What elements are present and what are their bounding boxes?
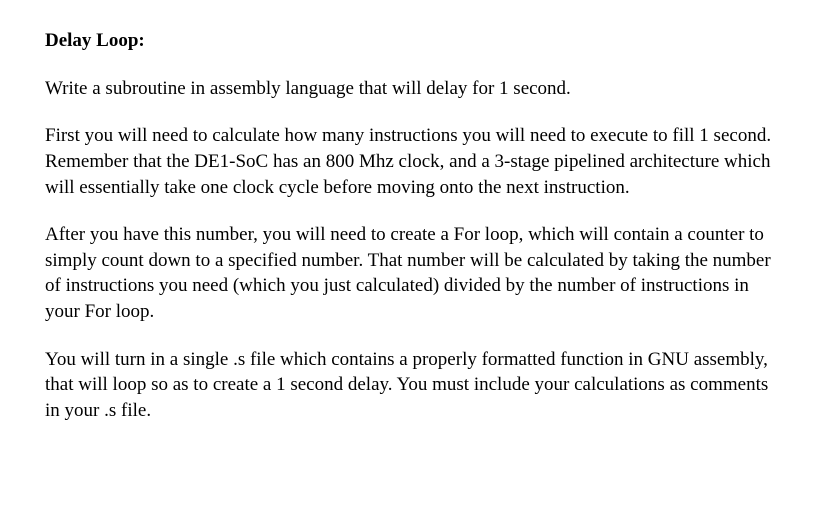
paragraph-calculation: First you will need to calculate how man…: [45, 123, 776, 200]
paragraph-deliverable: You will turn in a single .s file which …: [45, 347, 776, 424]
paragraph-forloop: After you have this number, you will nee…: [45, 222, 776, 325]
document-heading: Delay Loop:: [45, 28, 776, 54]
paragraph-intro: Write a subroutine in assembly language …: [45, 76, 776, 102]
